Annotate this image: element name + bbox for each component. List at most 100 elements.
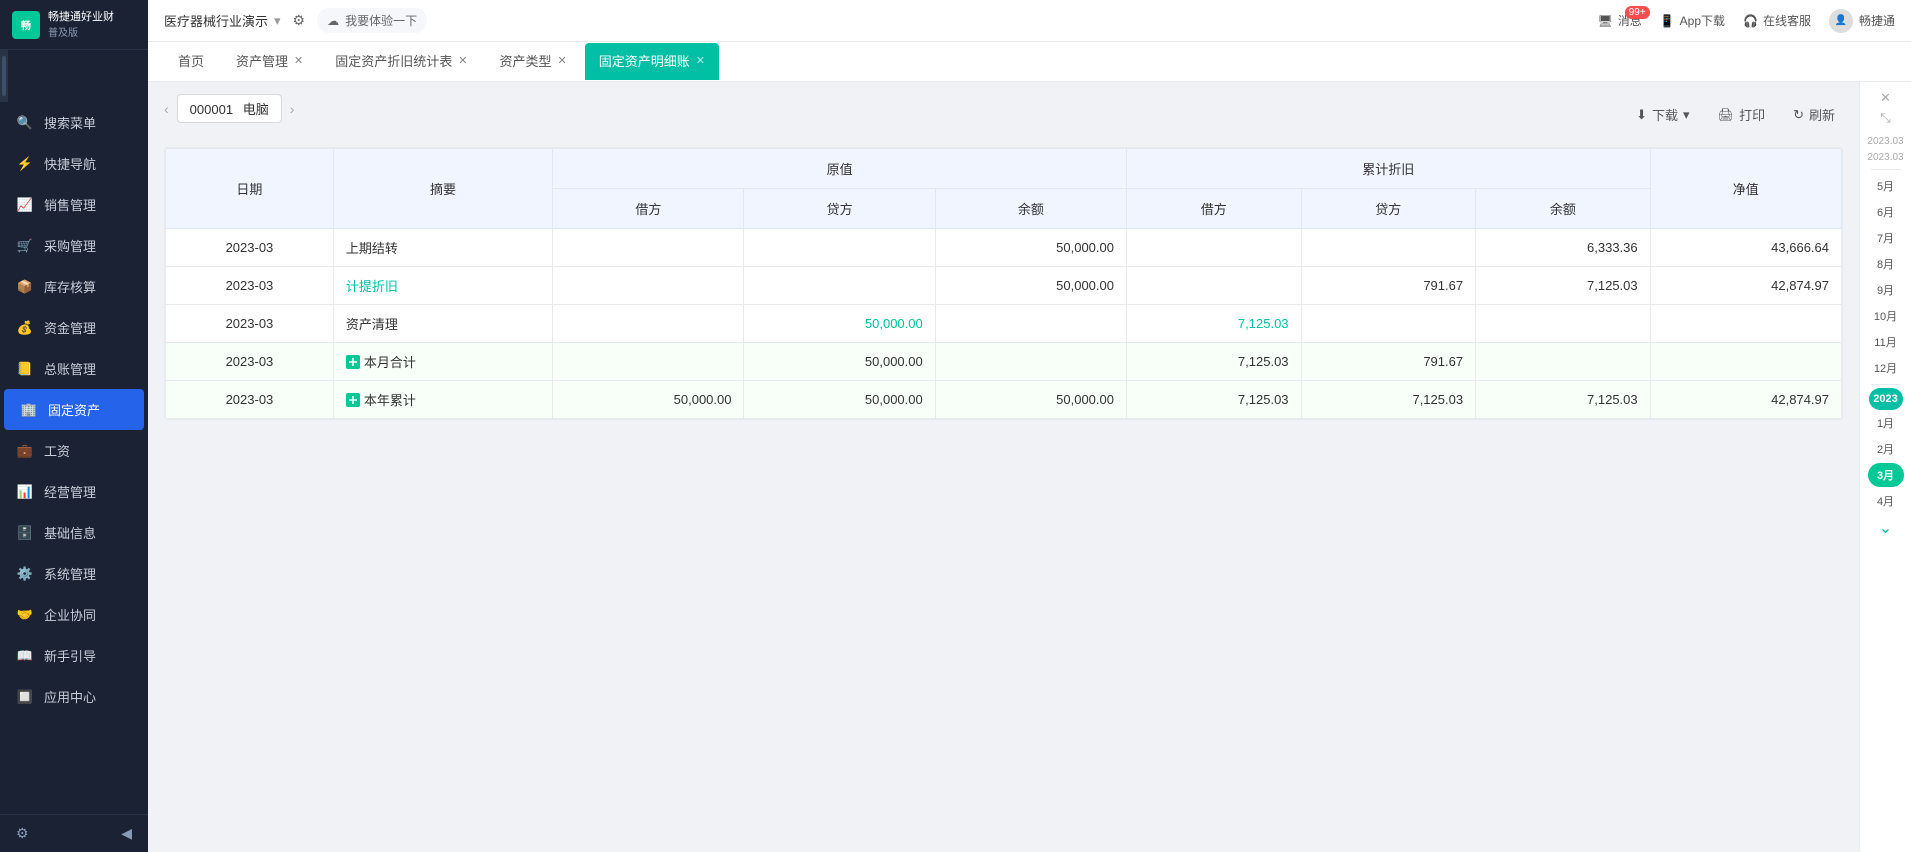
tab-close-icon[interactable]: ✕ [558, 54, 567, 67]
sidebar-item-label: 应用中心 [44, 687, 96, 706]
col-orig-balance: 余额 [935, 189, 1126, 229]
sidebar-item-quicknav[interactable]: ⚡ 快捷导航 [0, 143, 148, 184]
cell-net-value: 43,666.64 [1650, 229, 1841, 267]
sidebar-item-sales[interactable]: 📈 销售管理 [0, 184, 148, 225]
cell-acc-debit: 7,125.03 [1126, 381, 1301, 419]
cell-orig-balance [935, 305, 1126, 343]
asset-code: 000001 [190, 102, 233, 117]
tab-asset-mgmt[interactable]: 资产管理 ✕ [222, 43, 317, 80]
app-download-button[interactable]: 📱 App下载 [1660, 12, 1725, 29]
right-timeline-panel: ✕ ⤡ 2023.03 2023.03 5月 6月 7月 8月 9月 10月 1… [1859, 82, 1911, 852]
sidebar-item-payroll[interactable]: 💼 工资 [0, 430, 148, 471]
company-selector[interactable]: 医疗器械行业演示 ▾ [164, 11, 281, 30]
sidebar-item-guide[interactable]: 📖 新手引导 [0, 635, 148, 676]
timeline-month-1[interactable]: 1月 [1868, 411, 1904, 435]
timeline-month-4[interactable]: 4月 [1868, 489, 1904, 513]
experience-button[interactable]: ☁ 我要体验一下 [317, 8, 427, 33]
cell-orig-balance: 50,000.00 [935, 267, 1126, 305]
cell-orig-credit: 50,000.00 [744, 381, 935, 419]
cell-summary: 本年累计 [333, 381, 552, 419]
sidebar-item-label: 总账管理 [44, 359, 96, 378]
collapse-icon[interactable]: ◀ [121, 825, 132, 842]
sidebar-item-appstore[interactable]: 🔲 应用中心 [0, 676, 148, 717]
table-row-total: 2023-03 本年累计 50,000.00 50,000.0 [166, 381, 1842, 419]
col-date: 日期 [166, 149, 334, 229]
sidebar-item-label: 搜索菜单 [44, 113, 96, 132]
user-menu[interactable]: 👤 畅捷通 [1829, 9, 1895, 33]
settings-icon[interactable]: ⚙ [293, 12, 306, 29]
expand-panel-icon[interactable]: ⤡ [1880, 110, 1890, 126]
briefcase-icon: 💼 [16, 442, 34, 460]
sidebar-item-label: 工资 [44, 441, 70, 460]
timeline-month-9[interactable]: 9月 [1868, 278, 1904, 302]
refresh-button[interactable]: ↻ 刷新 [1785, 101, 1843, 128]
sidebar-item-basics[interactable]: 🗄️ 基础信息 [0, 512, 148, 553]
username-label: 畅捷通 [1859, 12, 1895, 29]
close-panel-icon[interactable]: ✕ [1880, 90, 1891, 106]
cell-orig-balance [935, 343, 1126, 381]
tab-asset-detail[interactable]: 固定资产明细账 ✕ [585, 43, 719, 80]
timeline-month-10[interactable]: 10月 [1868, 304, 1904, 328]
sidebar-item-label: 经营管理 [44, 482, 96, 501]
timeline-month-2[interactable]: 2月 [1868, 437, 1904, 461]
sidebar-item-system[interactable]: ⚙️ 系统管理 [0, 553, 148, 594]
tab-depreciation-stats[interactable]: 固定资产折旧统计表 ✕ [321, 43, 481, 80]
service-icon: 🎧 [1743, 14, 1758, 28]
tab-asset-type[interactable]: 资产类型 ✕ [485, 43, 580, 80]
sidebar-item-purchase[interactable]: 🛒 采购管理 [0, 225, 148, 266]
col-orig-credit: 贷方 [744, 189, 935, 229]
sidebar: 畅 畅捷通好业财 普及版 🔍 搜索菜单 ⚡ 快捷导航 📈 销售管理 🛒 采购管理… [0, 0, 148, 852]
database-icon: 🗄️ [16, 524, 34, 542]
cell-acc-debit [1126, 267, 1301, 305]
cell-net-value: 42,874.97 [1650, 267, 1841, 305]
col-acc-balance: 余额 [1476, 189, 1651, 229]
dropdown-arrow[interactable]: ▾ [274, 13, 281, 29]
col-original-value: 原值 [553, 149, 1127, 189]
box-icon: 📦 [16, 278, 34, 296]
gear-icon: ⚙️ [16, 565, 34, 583]
next-asset-button[interactable]: › [290, 101, 295, 117]
logo-text: 畅捷通好业财 [48, 10, 114, 24]
year-2023-label[interactable]: 2023 [1869, 388, 1903, 410]
cell-net-value [1650, 343, 1841, 381]
sidebar-item-finance[interactable]: 💰 资金管理 [0, 307, 148, 348]
timeline-month-3[interactable]: 3月 [1868, 463, 1904, 487]
tab-close-icon[interactable]: ✕ [294, 54, 303, 67]
cell-acc-debit: 7,125.03 [1126, 305, 1301, 343]
sidebar-item-ledger[interactable]: 📒 总账管理 [0, 348, 148, 389]
tab-close-icon[interactable]: ✕ [696, 54, 705, 67]
tab-label: 资产类型 [499, 51, 551, 70]
timeline-month-12[interactable]: 12月 [1868, 356, 1904, 380]
sidebar-item-collab[interactable]: 🤝 企业协同 [0, 594, 148, 635]
timeline-month-11[interactable]: 11月 [1868, 330, 1904, 354]
online-service-button[interactable]: 🎧 在线客服 [1743, 12, 1811, 29]
tab-label: 固定资产折旧统计表 [335, 51, 452, 70]
scroll-down-icon[interactable]: ⌄ [1879, 518, 1892, 538]
book-icon: 📖 [16, 647, 34, 665]
sidebar-item-search[interactable]: 🔍 搜索菜单 [0, 102, 148, 143]
col-acc-credit: 贷方 [1301, 189, 1476, 229]
panel-controls: ✕ ⤡ [1880, 90, 1891, 126]
sidebar-item-inventory[interactable]: 📦 库存核算 [0, 266, 148, 307]
timeline-month-8[interactable]: 8月 [1868, 252, 1904, 276]
app-download-label: App下载 [1680, 12, 1725, 29]
sidebar-item-operations[interactable]: 📊 经营管理 [0, 471, 148, 512]
sidebar-item-fixed-assets[interactable]: 🏢 固定资产 [4, 389, 144, 430]
settings-icon[interactable]: ⚙ [16, 825, 29, 842]
timeline-month-7[interactable]: 7月 [1868, 226, 1904, 250]
topbar: 医疗器械行业演示 ▾ ⚙ ☁ 我要体验一下 🖥 消息 99+ 📱 App下载 🎧… [148, 0, 1911, 42]
print-icon: 🖨 [1718, 107, 1735, 123]
sidebar-item-label: 基础信息 [44, 523, 96, 542]
tab-home[interactable]: 首页 [164, 43, 218, 80]
timeline-month-5[interactable]: 5月 [1868, 174, 1904, 198]
prev-asset-button[interactable]: ‹ [164, 101, 169, 117]
search-icon: 🔍 [16, 114, 34, 132]
timeline-month-6[interactable]: 6月 [1868, 200, 1904, 224]
cell-acc-credit [1301, 229, 1476, 267]
message-button[interactable]: 🖥 消息 99+ [1597, 12, 1641, 29]
table-row: 2023-03 上期结转 50,000.00 6,333.36 43,666.6… [166, 229, 1842, 267]
download-button[interactable]: ⬇ 下载 ▾ [1628, 101, 1697, 128]
table-row-subtotal: 2023-03 本月合计 50,000.00 [166, 343, 1842, 381]
print-button[interactable]: 🖨 打印 [1710, 101, 1774, 128]
tab-close-icon[interactable]: ✕ [458, 54, 467, 67]
